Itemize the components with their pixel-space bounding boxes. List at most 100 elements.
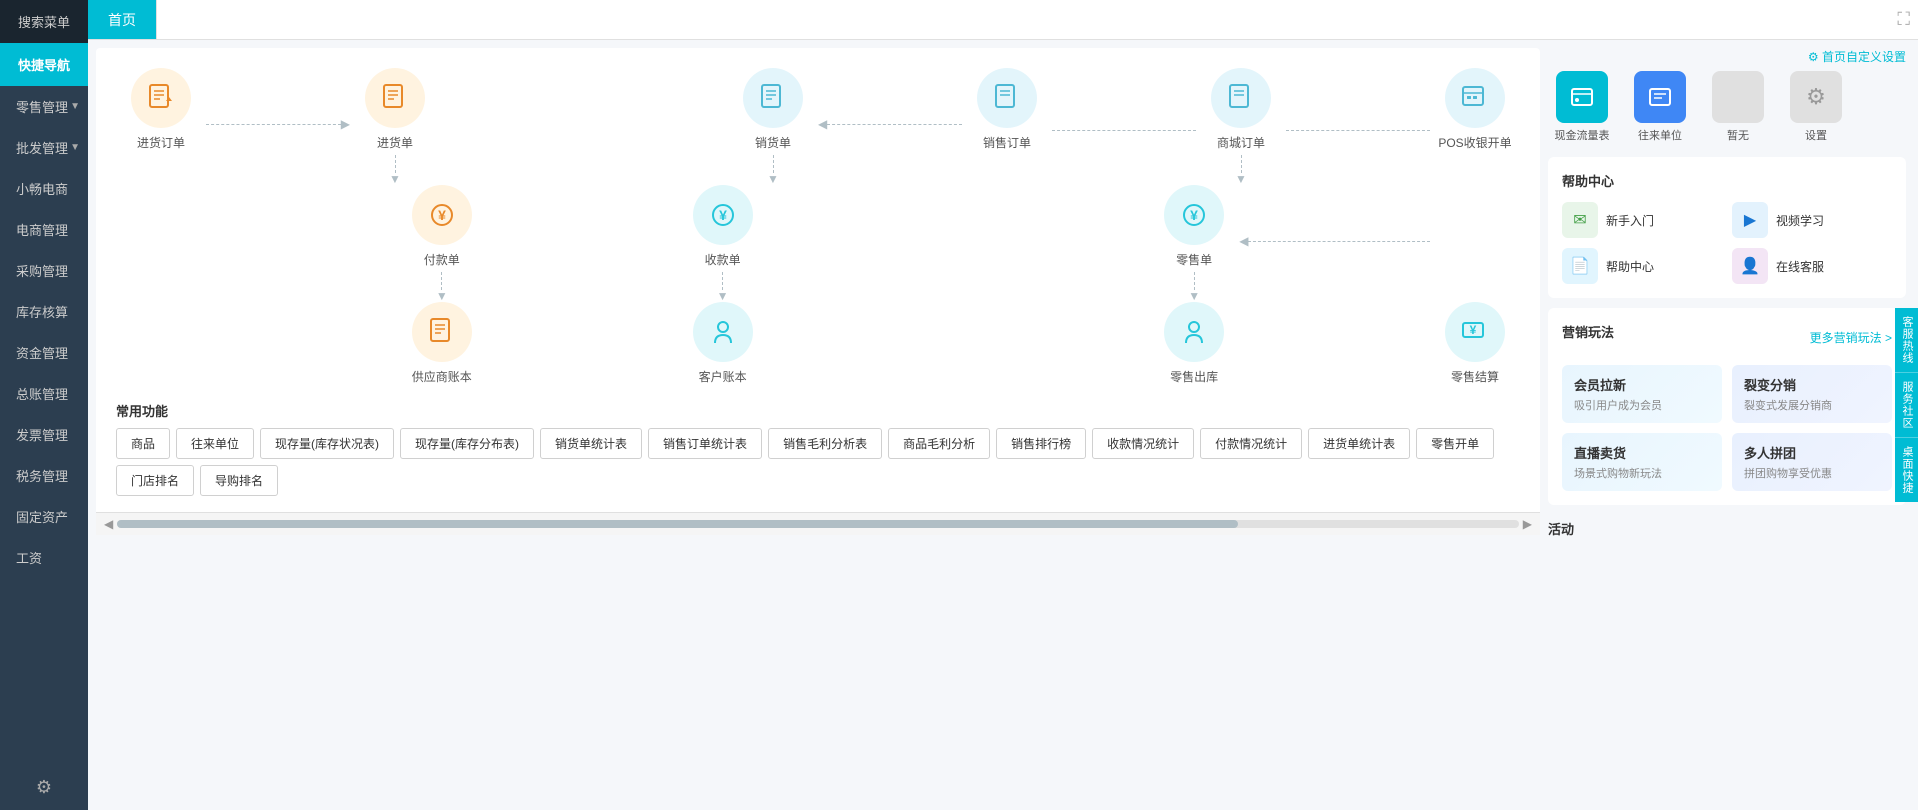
func-btn-stock-status[interactable]: 现存量(库存状况表): [260, 428, 394, 459]
sidebar-item-inventory[interactable]: 库存核算: [0, 291, 88, 332]
help-center-title: 帮助中心: [1562, 171, 1892, 190]
sidebar-item-invoice[interactable]: 发票管理: [0, 414, 88, 455]
sidebar-label-invoice: 发票管理: [16, 425, 68, 444]
scroll-left-arrow[interactable]: ◀: [104, 517, 113, 531]
node-label-purchase-bill: 进货单: [377, 134, 413, 151]
node-retail-bill[interactable]: ¥ 零售单: [1149, 185, 1239, 268]
quick-nav[interactable]: 快捷导航: [0, 43, 88, 86]
sidebar-item-tax[interactable]: 税务管理: [0, 455, 88, 496]
quick-icon-contacts[interactable]: 往来单位: [1626, 71, 1694, 143]
quick-icon-cashflow[interactable]: 现金流量表: [1548, 71, 1616, 143]
node-receipt[interactable]: ¥ 收款单: [678, 185, 768, 268]
sidebar-item-salary[interactable]: 工资: [0, 537, 88, 578]
func-btn-goods[interactable]: 商品: [116, 428, 170, 459]
help-item-beginner[interactable]: ✉ 新手入门: [1562, 202, 1722, 238]
node-circle-purchase-order: [131, 68, 191, 128]
node-purchase-order[interactable]: 进货订单: [116, 68, 206, 151]
sidebar-item-ecom-mgr[interactable]: 电商管理: [0, 209, 88, 250]
func-btn-goods-profit[interactable]: 商品毛利分析: [888, 428, 990, 459]
func-btn-sales-profit[interactable]: 销售毛利分析表: [768, 428, 882, 459]
sidebar-item-ecom[interactable]: 小畅电商: [0, 168, 88, 209]
marketing-header: 营销玩法 更多营销玩法 >: [1562, 322, 1892, 353]
tab-home-label: 首页: [108, 10, 136, 30]
float-btn-desktop[interactable]: 桌面快捷: [1895, 438, 1918, 502]
sidebar-label-purchase: 采购管理: [16, 261, 68, 280]
help-item-video[interactable]: ▶ 视频学习: [1732, 202, 1892, 238]
marketing-live-title: 直播卖货: [1574, 443, 1710, 462]
sidebar-settings-button[interactable]: ⚙: [0, 765, 88, 810]
node-sales-order[interactable]: 销售订单: [962, 68, 1052, 151]
window-controls[interactable]: ⛶: [1897, 0, 1918, 39]
sidebar-label-retail: 零售管理: [16, 97, 68, 116]
cashflow-icon: [1556, 71, 1608, 123]
node-retail-outbound[interactable]: 零售出库: [1149, 302, 1239, 385]
func-btn-store-rank[interactable]: 门店排名: [116, 465, 194, 496]
sidebar-item-ledger[interactable]: 总账管理: [0, 373, 88, 414]
node-retail-settlement[interactable]: ¥ 零售结算: [1430, 302, 1520, 385]
node-purchase-bill[interactable]: 进货单: [350, 68, 440, 151]
quick-icon-cashflow-label: 现金流量表: [1555, 127, 1610, 143]
help-item-service[interactable]: 👤 在线客服: [1732, 248, 1892, 284]
node-circle-retail-outbound: [1164, 302, 1224, 362]
sidebar-item-assets[interactable]: 固定资产: [0, 496, 88, 537]
node-sales-bill[interactable]: 销货单: [728, 68, 818, 151]
sidebar: 搜索菜单 快捷导航 零售管理 ▼ 批发管理 ▼ 小畅电商 电商管理 采购管理 库…: [0, 0, 88, 810]
node-pos[interactable]: POS收银开单: [1430, 68, 1520, 151]
marketing-live-desc: 场景式购物新玩法: [1574, 465, 1710, 481]
node-customer-ledger[interactable]: 客户账本: [678, 302, 768, 385]
node-circle-mall-order: [1211, 68, 1271, 128]
marketing-live[interactable]: 直播卖货 场景式购物新玩法: [1562, 433, 1722, 491]
help-item-help[interactable]: 📄 帮助中心: [1562, 248, 1722, 284]
func-btn-contacts[interactable]: 往来单位: [176, 428, 254, 459]
search-menu[interactable]: 搜索菜单: [0, 0, 88, 43]
marketing-member-title: 会员拉新: [1574, 375, 1710, 394]
scroll-right-arrow[interactable]: ▶: [1523, 517, 1532, 531]
quick-icon-contacts-label: 往来单位: [1638, 127, 1682, 143]
sidebar-item-retail[interactable]: 零售管理 ▼: [0, 86, 88, 127]
func-btn-stock-dist[interactable]: 现存量(库存分布表): [400, 428, 534, 459]
func-btn-guide-rank[interactable]: 导购排名: [200, 465, 278, 496]
func-btn-retail-order[interactable]: 零售开单: [1416, 428, 1494, 459]
func-btn-payment-stat[interactable]: 付款情况统计: [1200, 428, 1302, 459]
node-payment[interactable]: ¥ 付款单: [397, 185, 487, 268]
scroll-track[interactable]: [117, 520, 1519, 528]
float-btn-community[interactable]: 服务社区: [1895, 373, 1918, 438]
node-circle-payment: ¥: [412, 185, 472, 245]
marketing-fission[interactable]: 裂变分销 裂变式发展分销商: [1732, 365, 1892, 423]
svg-text:¥: ¥: [438, 207, 446, 223]
marketing-title: 营销玩法: [1562, 322, 1614, 341]
help-label-beginner: 新手入门: [1606, 212, 1654, 229]
float-buttons: 客服热线 服务社区 桌面快捷: [1895, 308, 1918, 502]
main-area: 首页 ⛶ 进货订单: [88, 0, 1918, 810]
node-mall-order[interactable]: 商城订单: [1196, 68, 1286, 151]
marketing-member[interactable]: 会员拉新 吸引用户成为会员: [1562, 365, 1722, 423]
marketing-fission-title: 裂变分销: [1744, 375, 1880, 394]
quick-icon-settings[interactable]: ⚙ 设置: [1782, 71, 1850, 143]
func-btn-sales-stat[interactable]: 销货单统计表: [540, 428, 642, 459]
svg-text:¥: ¥: [1190, 207, 1198, 223]
tab-home[interactable]: 首页: [88, 0, 157, 39]
quick-icon-none[interactable]: 暂无: [1704, 71, 1772, 143]
home-settings-link[interactable]: ⚙ 首页自定义设置: [1548, 40, 1906, 71]
sidebar-label-ledger: 总账管理: [16, 384, 68, 403]
sidebar-item-finance[interactable]: 资金管理: [0, 332, 88, 373]
marketing-more-link[interactable]: 更多营销玩法 >: [1810, 329, 1892, 346]
quick-icons-row: 现金流量表 往来单位 暂无 ⚙ 设置: [1548, 71, 1906, 143]
marketing-fission-desc: 裂变式发展分销商: [1744, 397, 1880, 413]
service-icon: 👤: [1732, 248, 1768, 284]
quick-icon-none-label: 暂无: [1727, 127, 1749, 143]
float-btn-service[interactable]: 客服热线: [1895, 308, 1918, 373]
func-btn-purchase-stat[interactable]: 进货单统计表: [1308, 428, 1410, 459]
workflow-card: 进货订单 ▶ 进货单: [96, 48, 1540, 535]
sidebar-label-ecom: 小畅电商: [16, 179, 68, 198]
sidebar-label-tax: 税务管理: [16, 466, 68, 485]
func-btn-sales-order-stat[interactable]: 销售订单统计表: [648, 428, 762, 459]
sidebar-item-purchase[interactable]: 采购管理: [0, 250, 88, 291]
node-supplier-ledger[interactable]: 供应商账本: [397, 302, 487, 385]
sidebar-label-salary: 工资: [16, 548, 42, 567]
marketing-group[interactable]: 多人拼团 拼团购物享受优惠: [1732, 433, 1892, 491]
func-btn-receipt-stat[interactable]: 收款情况统计: [1092, 428, 1194, 459]
left-panel: 进货订单 ▶ 进货单: [88, 40, 1548, 810]
func-btn-sales-rank[interactable]: 销售排行榜: [996, 428, 1086, 459]
sidebar-item-wholesale[interactable]: 批发管理 ▼: [0, 127, 88, 168]
